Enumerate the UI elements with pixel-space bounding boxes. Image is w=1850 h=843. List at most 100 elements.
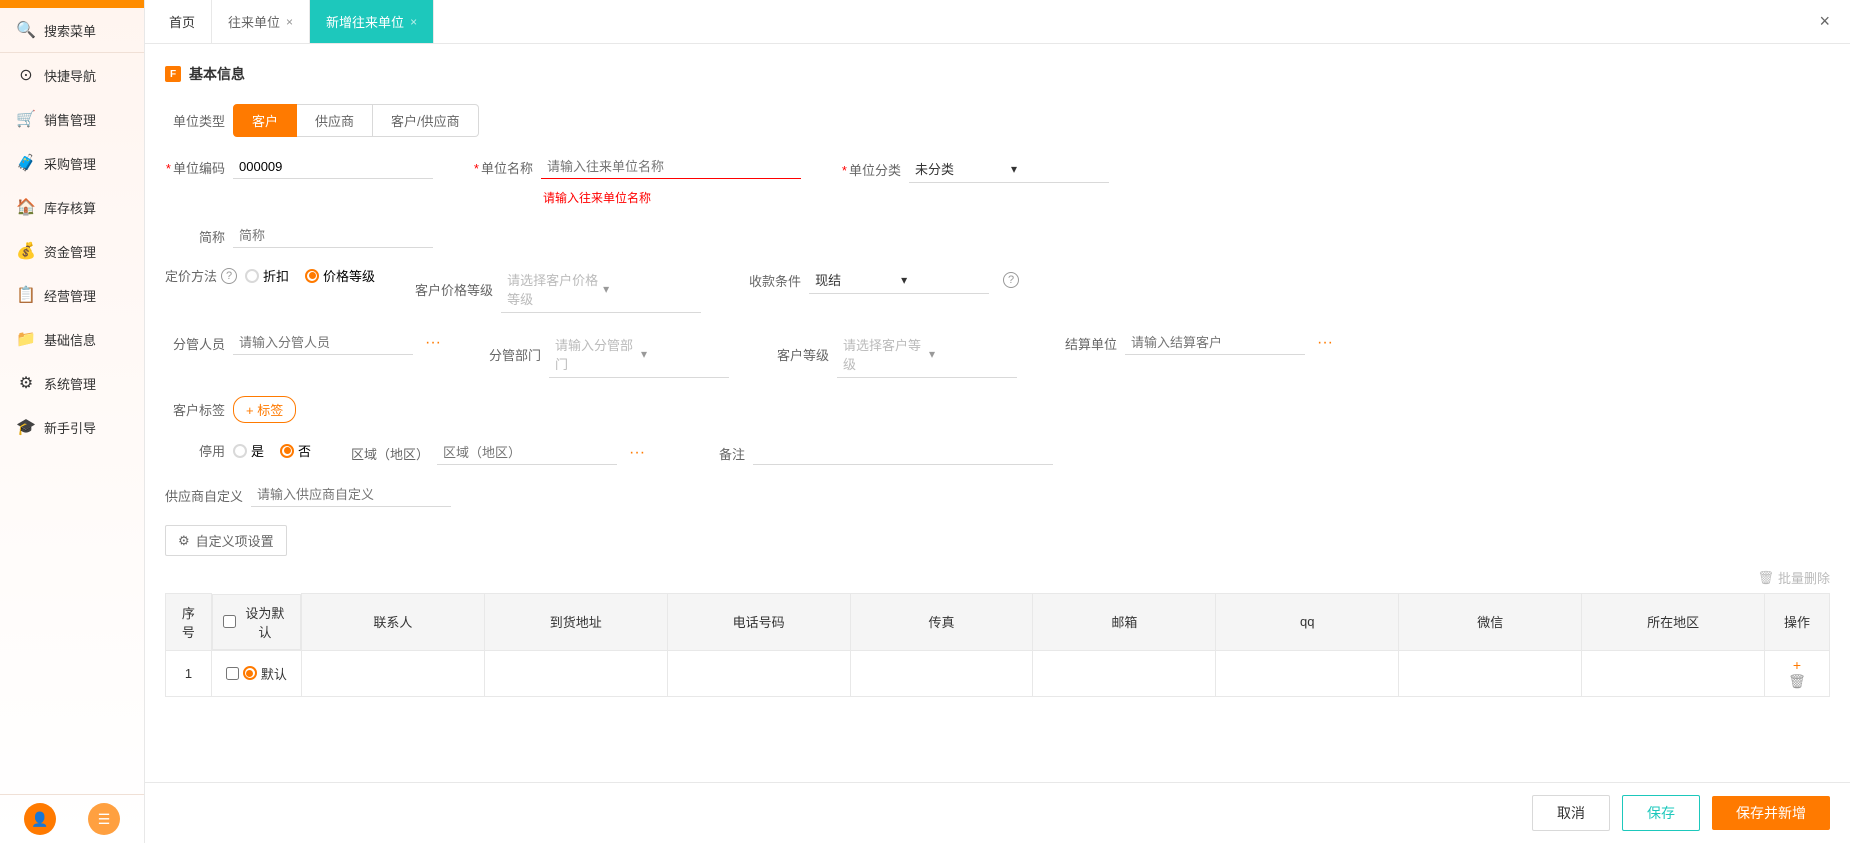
unit-type-btn-group: 客户 供应商 客户/供应商 [233, 104, 479, 137]
radio-discount[interactable]: 折扣 [245, 266, 289, 285]
customer-level-select[interactable]: 请选择客户等级 ▾ [837, 331, 1017, 378]
save-button[interactable]: 保存 [1622, 795, 1700, 831]
add-tag-button[interactable]: + 标签 [233, 396, 296, 423]
add-row-button[interactable]: + [1793, 657, 1801, 673]
cell-address[interactable] [484, 650, 667, 696]
tab-new-partner[interactable]: 新增往来单位 × [310, 0, 434, 43]
customer-tag-field: 客户标签 + 标签 [165, 396, 296, 423]
remark-input[interactable] [753, 441, 1053, 465]
manager-input[interactable] [233, 331, 413, 355]
cell-fax[interactable] [850, 650, 1033, 696]
remark-label: 备注 [685, 444, 745, 463]
email-input[interactable] [1043, 666, 1205, 681]
sidebar-item-label: 新手引导 [44, 418, 96, 437]
cell-region[interactable] [1582, 650, 1765, 696]
radio-yes-label: 是 [251, 441, 264, 460]
sidebar-item-search[interactable]: 🔍 搜索菜单 [0, 8, 144, 53]
type-btn-customer[interactable]: 客户 [233, 104, 297, 137]
global-close-button[interactable]: × [1807, 11, 1842, 32]
unit-type-field: 单位类型 客户 供应商 客户/供应商 [165, 104, 479, 137]
cell-default: 默认 [211, 650, 301, 696]
pricing-method-label: 定价方法 ? [165, 266, 237, 285]
delete-row-button[interactable]: 🗑 [1788, 673, 1806, 689]
manager-field: 分管人员 ··· [165, 331, 441, 355]
purchase-icon: 🧳 [16, 153, 36, 173]
region-input[interactable] [437, 441, 617, 465]
chevron-down-icon5: ▾ [929, 347, 1011, 361]
department-placeholder: 请输入分管部门 [555, 335, 637, 373]
select-all-checkbox[interactable] [223, 615, 236, 628]
unit-code-field: *单位编码 [165, 155, 433, 179]
short-name-input[interactable] [233, 224, 433, 248]
payment-terms-select[interactable]: 现结 ▾ [809, 266, 989, 294]
operation-icon: 📋 [16, 285, 36, 305]
sidebar-item-finance[interactable]: 💰 资金管理 [0, 229, 144, 273]
sidebar-user-icon[interactable]: 👤 [24, 803, 56, 835]
tab-partners-label: 往来单位 [228, 12, 280, 31]
sidebar-item-sales[interactable]: 🛒 销售管理 [0, 97, 144, 141]
customer-level-placeholder: 请选择客户等级 [843, 335, 925, 373]
region-more-icon[interactable]: ··· [629, 444, 645, 462]
region-cell-input[interactable] [1592, 666, 1754, 681]
hint-icon2[interactable]: ? [1003, 272, 1019, 288]
default-radio-circle [243, 666, 257, 680]
address-input[interactable] [495, 666, 657, 681]
search-icon: 🔍 [16, 20, 36, 40]
content-area: F 基本信息 单位类型 客户 供应商 客户/供应商 *单位编码 [145, 44, 1850, 782]
radio-price-level[interactable]: 价格等级 [305, 266, 375, 285]
supplier-custom-input[interactable] [251, 483, 451, 507]
sidebar-menu-icon[interactable]: ☰ [88, 803, 120, 835]
radio-disabled-no[interactable]: 否 [280, 441, 311, 460]
manager-more-icon[interactable]: ··· [425, 334, 441, 352]
quicknav-icon: ⊙ [16, 65, 36, 85]
cell-wechat[interactable] [1399, 650, 1582, 696]
cancel-button[interactable]: 取消 [1532, 795, 1610, 831]
settlement-input[interactable] [1125, 331, 1305, 355]
type-btn-both[interactable]: 客户/供应商 [373, 104, 479, 137]
fax-input[interactable] [861, 666, 1023, 681]
settlement-more-icon[interactable]: ··· [1317, 334, 1333, 352]
payment-terms-label: 收款条件 [741, 271, 801, 290]
sidebar-item-inventory[interactable]: 🏠 库存核算 [0, 185, 144, 229]
unit-category-select[interactable]: 未分类 ▾ [909, 155, 1109, 183]
save-and-new-button[interactable]: 保存并新增 [1712, 796, 1830, 830]
cell-qq[interactable] [1216, 650, 1399, 696]
type-btn-supplier[interactable]: 供应商 [297, 104, 373, 137]
chevron-down-icon3: ▾ [901, 273, 983, 287]
unit-code-input[interactable] [233, 155, 433, 179]
sidebar-item-quicknav[interactable]: ⊙ 快捷导航 [0, 53, 144, 97]
tab-new-partner-close[interactable]: × [410, 15, 417, 29]
default-radio[interactable]: 默认 [243, 664, 287, 683]
radio-disabled-yes[interactable]: 是 [233, 441, 264, 460]
department-select[interactable]: 请输入分管部门 ▾ [549, 331, 729, 378]
phone-input[interactable] [678, 666, 840, 681]
sidebar-item-purchase[interactable]: 🧳 采购管理 [0, 141, 144, 185]
section-title: 基本信息 [189, 64, 245, 84]
tab-home[interactable]: 首页 [153, 0, 212, 43]
contact-input[interactable] [312, 666, 474, 681]
hint-icon[interactable]: ? [221, 268, 237, 284]
row-checkbox[interactable] [226, 667, 239, 680]
batch-delete-button[interactable]: 🗑 批量删除 [1757, 568, 1830, 587]
custom-settings-button[interactable]: ⚙ 自定义项设置 [165, 525, 287, 556]
sidebar-item-operation[interactable]: 📋 经营管理 [0, 273, 144, 317]
tab-partners-close[interactable]: × [286, 15, 293, 29]
sidebar-item-guide[interactable]: 🎓 新手引导 [0, 405, 144, 449]
wechat-input[interactable] [1409, 666, 1571, 681]
qq-input[interactable] [1226, 666, 1388, 681]
col-seq: 序号 [166, 594, 212, 651]
sidebar-item-basic[interactable]: 📁 基础信息 [0, 317, 144, 361]
cell-phone[interactable] [667, 650, 850, 696]
cell-contact[interactable] [301, 650, 484, 696]
unit-name-input[interactable] [541, 155, 801, 179]
cell-email[interactable] [1033, 650, 1216, 696]
required-star2: * [474, 161, 479, 176]
unit-category-label: *单位分类 [841, 160, 901, 179]
payment-terms-value: 现结 [815, 270, 897, 289]
radio-discount-label: 折扣 [263, 266, 289, 285]
disabled-field: 停用 是 否 [165, 441, 311, 460]
customer-price-level-select[interactable]: 请选择客户价格等级 ▾ [501, 266, 701, 313]
radio-price-level-circle [305, 269, 319, 283]
sidebar-item-system[interactable]: ⚙ 系统管理 [0, 361, 144, 405]
tab-partners[interactable]: 往来单位 × [212, 0, 310, 43]
